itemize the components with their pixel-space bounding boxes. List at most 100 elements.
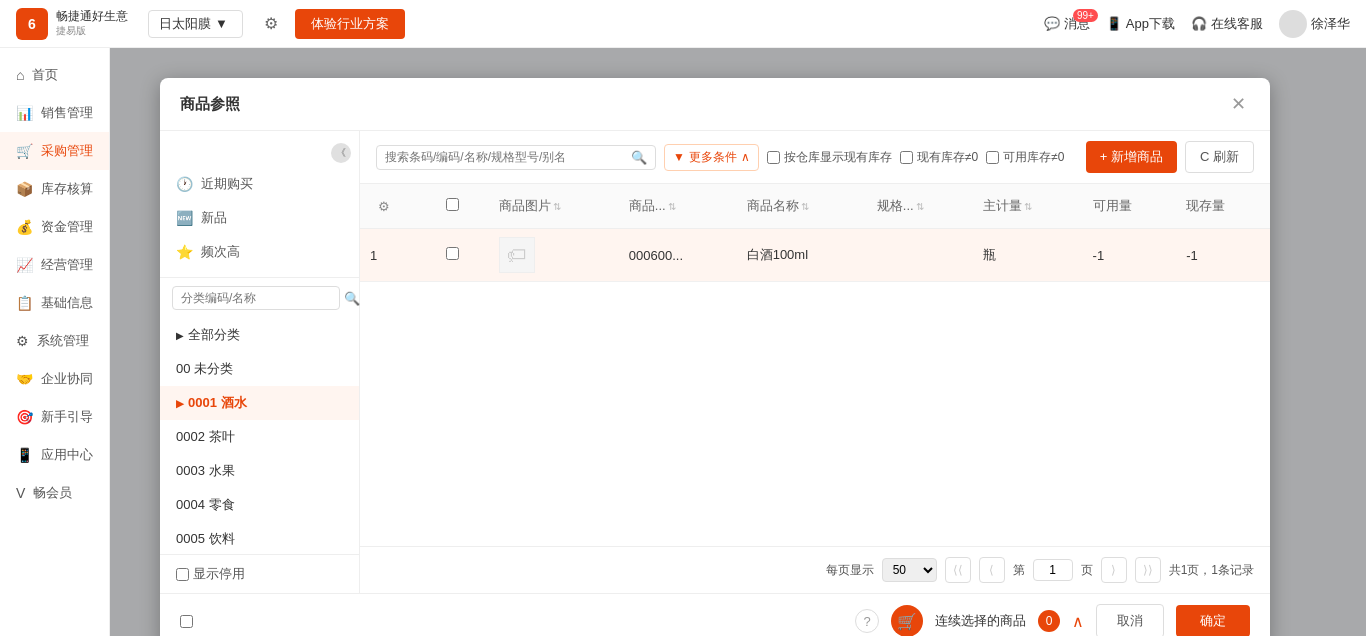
col-code-label: 商品... [629, 197, 666, 215]
page-label: 第 [1013, 562, 1025, 579]
sidebar-item-enterprise[interactable]: 🤝 企业协同 [0, 360, 109, 398]
footer-right: ? 🛒 连续选择的商品 0 ∧ 取消 确定 [855, 604, 1250, 636]
message-badge: 99+ [1073, 9, 1098, 22]
online-service-nav-item[interactable]: 🎧 在线客服 [1191, 15, 1263, 33]
main-content: 商品参照 ✕ 《 🕐 近期购买 🆕 [110, 48, 1366, 636]
toolbar: 🔍 ▼ 更多条件 ∧ 按仓库显示现有库存 [360, 131, 1270, 184]
warehouse-stock-checkbox-label[interactable]: 按仓库显示现有库存 [767, 149, 892, 166]
available-stock-checkbox-label[interactable]: 可用库存≠0 [986, 149, 1064, 166]
sort-name-icon: ⇅ [801, 201, 809, 212]
display-disabled-checkbox[interactable] [176, 568, 189, 581]
quick-item-frequent[interactable]: ⭐ 频次高 [160, 235, 359, 269]
next-page-button[interactable]: ⟩ [1101, 557, 1127, 583]
sidebar-item-inventory[interactable]: 📦 库存核算 [0, 170, 109, 208]
refresh-button[interactable]: C 刷新 [1185, 141, 1254, 173]
sidebar-item-guide[interactable]: 🎯 新手引导 [0, 398, 109, 436]
sidebar-item-apps[interactable]: 📱 应用中心 [0, 436, 109, 474]
operation-icon: 📈 [16, 257, 33, 273]
modal-footer: ? 🛒 连续选择的商品 0 ∧ 取消 确定 [160, 593, 1270, 636]
category-item-drink[interactable]: 0005 饮料 [160, 522, 359, 554]
username-label: 徐泽华 [1311, 15, 1350, 33]
footer-disabled-checkbox[interactable] [180, 615, 193, 628]
sidebar-item-membership[interactable]: V 畅会员 [0, 474, 109, 512]
prev-page-button[interactable]: ⟨ [979, 557, 1005, 583]
table-row[interactable]: 1 🏷 000600... 白酒100ml [360, 229, 1270, 282]
quick-access: 《 🕐 近期购买 🆕 新品 ⭐ 频次高 [160, 131, 359, 278]
cart-button[interactable]: 🛒 [891, 605, 923, 636]
filter-collapse-icon: ∧ [741, 150, 750, 164]
category-liquor-label: 0001 酒水 [188, 394, 247, 412]
cell-spec [867, 229, 973, 282]
sidebar-item-system[interactable]: ⚙ 系统管理 [0, 322, 109, 360]
sidebar-item-apps-label: 应用中心 [41, 446, 93, 464]
sidebar-item-basic[interactable]: 📋 基础信息 [0, 284, 109, 322]
col-unit: 主计量 ⇅ [973, 184, 1083, 229]
per-page-select[interactable]: 20 50 100 [882, 558, 937, 582]
last-page-button[interactable]: ⟩⟩ [1135, 557, 1161, 583]
footer-collapse-icon[interactable]: ∧ [1072, 612, 1084, 631]
row-checkbox[interactable] [446, 247, 459, 260]
nonzero-stock-checkbox-label[interactable]: 现有库存≠0 [900, 149, 978, 166]
modal-close-button[interactable]: ✕ [1226, 92, 1250, 116]
quick-item-new[interactable]: 🆕 新品 [160, 201, 359, 235]
cancel-button[interactable]: 取消 [1096, 604, 1164, 636]
col-settings: ⚙ [360, 184, 436, 229]
help-icon-button[interactable]: ? [855, 609, 879, 633]
collapse-button[interactable]: 《 [331, 143, 351, 163]
confirm-button[interactable]: 确定 [1176, 605, 1250, 636]
quick-recent-label: 近期购买 [201, 175, 253, 193]
cart-icon: 🛒 [897, 612, 917, 631]
user-nav-item[interactable]: 徐泽华 [1279, 10, 1350, 38]
basic-icon: 📋 [16, 295, 33, 311]
display-disabled-checkbox-label[interactable]: 显示停用 [176, 565, 343, 583]
category-item-liquor[interactable]: ▶ 0001 酒水 [160, 386, 359, 420]
page-number-input[interactable] [1033, 559, 1073, 581]
sidebar-item-finance[interactable]: 💰 资金管理 [0, 208, 109, 246]
cell-name: 白酒100ml [737, 229, 867, 282]
footer-display-disabled[interactable] [180, 615, 193, 628]
warehouse-stock-checkbox[interactable] [767, 151, 780, 164]
finance-icon: 💰 [16, 219, 33, 235]
add-product-button[interactable]: + 新增商品 [1086, 141, 1177, 173]
product-search-bar[interactable]: 🔍 [376, 145, 656, 170]
app-sub: 捷易版 [56, 24, 128, 38]
category-search-input[interactable] [172, 286, 340, 310]
category-item-fruit[interactable]: 0003 水果 [160, 454, 359, 488]
nav-dropdown-label: 日太阳膜 [159, 15, 211, 33]
sidebar-item-system-label: 系统管理 [37, 332, 89, 350]
product-search-input[interactable] [385, 150, 627, 164]
total-info: 共1页，1条记录 [1169, 562, 1254, 579]
message-nav-item[interactable]: 💬 消息 99+ [1044, 15, 1090, 33]
category-item-unclassified[interactable]: 00 未分类 [160, 352, 359, 386]
col-image: 商品图片 ⇅ [489, 184, 619, 229]
quick-item-recent[interactable]: 🕐 近期购买 [160, 167, 359, 201]
filter-label: 更多条件 [689, 149, 737, 166]
nav-dropdown[interactable]: 日太阳膜 ▼ [148, 10, 243, 38]
filter-button[interactable]: ▼ 更多条件 ∧ [664, 144, 759, 171]
category-all-label: 全部分类 [188, 326, 240, 344]
sales-icon: 📊 [16, 105, 33, 121]
app-name: 畅捷通好生意 [56, 9, 128, 25]
table-settings-icon[interactable]: ⚙ [370, 192, 398, 220]
category-item-snack[interactable]: 0004 零食 [160, 488, 359, 522]
sidebar-item-sales[interactable]: 📊 销售管理 [0, 94, 109, 132]
first-page-button[interactable]: ⟨⟨ [945, 557, 971, 583]
nonzero-stock-checkbox[interactable] [900, 151, 913, 164]
sidebar-item-purchase[interactable]: 🛒 采购管理 [0, 132, 109, 170]
experience-button[interactable]: 体验行业方案 [295, 9, 405, 39]
search-submit-icon[interactable]: 🔍 [631, 150, 647, 165]
category-search-icon[interactable]: 🔍 [344, 291, 360, 306]
select-all-checkbox[interactable] [446, 198, 459, 211]
col-name: 商品名称 ⇅ [737, 184, 867, 229]
available-stock-checkbox[interactable] [986, 151, 999, 164]
settings-button[interactable]: ⚙ [255, 8, 287, 40]
sidebar-item-operation[interactable]: 📈 经营管理 [0, 246, 109, 284]
sidebar-item-home[interactable]: ⌂ 首页 [0, 56, 109, 94]
col-stock: 现存量 [1176, 184, 1270, 229]
footer-left [180, 615, 193, 628]
app-download-nav-item[interactable]: 📱 App下载 [1106, 15, 1175, 33]
category-item-tea[interactable]: 0002 茶叶 [160, 420, 359, 454]
category-item-all[interactable]: ▶ 全部分类 [160, 318, 359, 352]
modal-right-panel: 🔍 ▼ 更多条件 ∧ 按仓库显示现有库存 [360, 131, 1270, 593]
mobile-icon: 📱 [1106, 16, 1122, 31]
